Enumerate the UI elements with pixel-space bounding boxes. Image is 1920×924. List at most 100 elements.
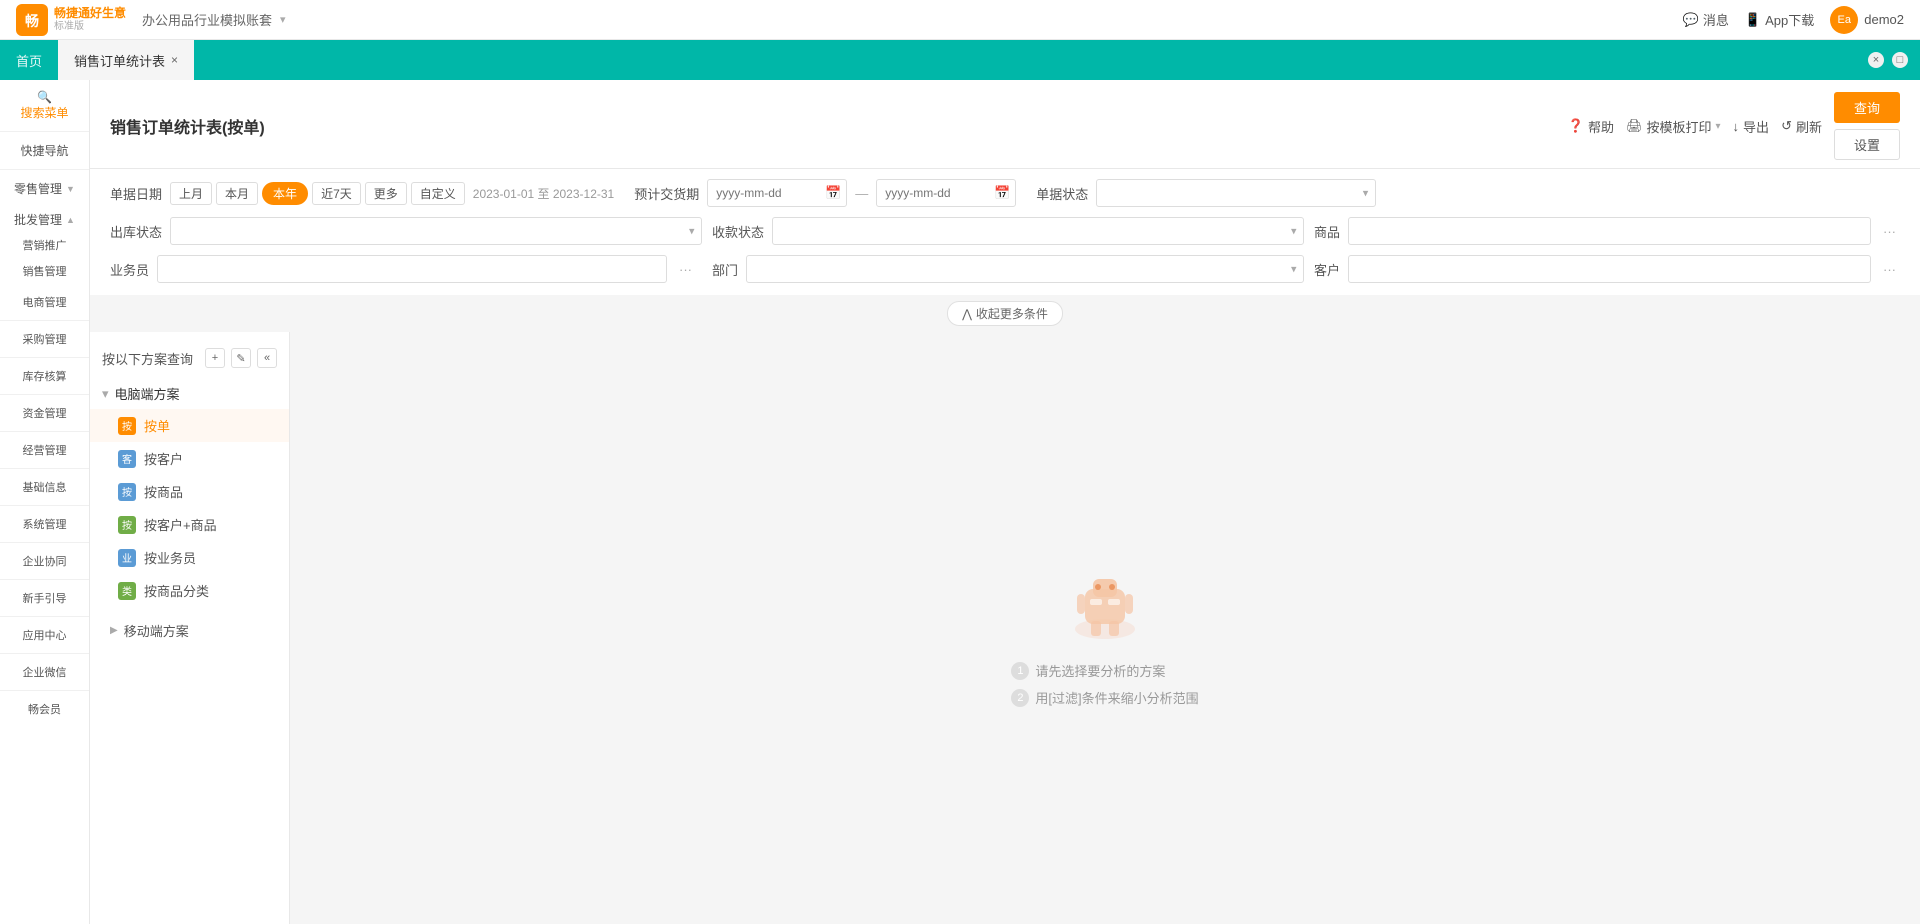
user-area[interactable]: Ea demo2 (1830, 6, 1904, 34)
main-layout: 🔍 搜索菜单 快捷导航 零售管理 ▼ 批发管理 ▲ 营销推广 销售管理 电 (0, 80, 1920, 924)
sidebar-sub-marketing[interactable]: 营销推广 (0, 232, 89, 258)
top-bar: 畅 畅捷通好生意 标准版 办公用品行业模拟账套 ▾ 💬 消息 📱 App下载 E… (0, 0, 1920, 40)
avatar-text: Ea (1838, 14, 1851, 26)
sidebar-item-wechat[interactable]: 企业微信 (0, 654, 89, 691)
sidebar-item-basic[interactable]: 基础信息 (0, 469, 89, 506)
print-button[interactable]: 🖨 按模板打印 ▾ (1626, 117, 1721, 136)
date-btn-custom[interactable]: 自定义 (411, 182, 465, 205)
sidebar-item-vip[interactable]: 畅会员 (0, 691, 89, 727)
refresh-label: 刷新 (1796, 117, 1822, 136)
export-label: 导出 (1743, 117, 1769, 136)
sidebar-item-collab[interactable]: 企业协同 (0, 543, 89, 580)
sidebar-item-system[interactable]: 系统管理 (0, 506, 89, 543)
tab-close-button[interactable]: × (171, 53, 178, 67)
app-download-button[interactable]: 📱 App下载 (1745, 10, 1814, 29)
scheme-item-by-salesperson[interactable]: 业 按业务员 (90, 541, 289, 574)
scheme-section-mobile-header[interactable]: ▶ 移动端方案 (90, 615, 289, 646)
scheme-edit-button[interactable]: ✎ (231, 348, 251, 368)
date-btn-last-month[interactable]: 上月 (170, 182, 212, 205)
mobile-arrow-icon: ▶ (110, 625, 118, 636)
customer-input[interactable] (1348, 255, 1871, 283)
scheme-item-by-customer-goods[interactable]: 按 按客户+商品 (90, 508, 289, 541)
department-select[interactable] (746, 255, 1304, 283)
hint-num-1: 1 (1011, 662, 1029, 680)
filter-shipment-group: 出库状态 ▾ (110, 217, 696, 245)
filter-department-group: 部门 ▾ (712, 255, 1298, 283)
hint-text-1: 请先选择要分析的方案 (1035, 661, 1165, 680)
tab-spacer (194, 40, 1856, 80)
export-button[interactable]: ↓ 导出 (1733, 117, 1770, 136)
sidebar-item-appstore[interactable]: 应用中心 (0, 617, 89, 654)
top-bar-right: 💬 消息 📱 App下载 Ea demo2 (1683, 6, 1904, 34)
app-name: 畅捷通好生意 (54, 6, 126, 20)
message-button[interactable]: 💬 消息 (1683, 10, 1729, 29)
empty-state: 1 请先选择要分析的方案 2 用[过滤]条件来缩小分析范围 (290, 332, 1920, 924)
refresh-icon: ↺ (1781, 118, 1792, 134)
settings-button[interactable]: 设置 (1834, 129, 1900, 160)
payment-select[interactable] (772, 217, 1304, 245)
tab-home[interactable]: 首页 (0, 40, 58, 80)
expected-date-end[interactable] (876, 179, 1016, 207)
hint-num-2: 2 (1011, 689, 1029, 707)
sidebar-item-quicknav[interactable]: 快捷导航 (0, 132, 89, 170)
goods-input[interactable] (1348, 217, 1871, 245)
sidebar-item-inventory[interactable]: 库存核算 (0, 358, 89, 395)
scheme-icon-by-salesperson: 业 (118, 549, 136, 567)
export-icon: ↓ (1733, 119, 1740, 134)
quicknav-label: 快捷导航 (20, 144, 68, 158)
filter-salesperson-group: 业务员 ··· (110, 255, 696, 283)
salesperson-dots-button[interactable]: ··· (675, 262, 696, 277)
expected-date-label: 预计交货期 (634, 184, 699, 203)
goods-dots-button[interactable]: ··· (1879, 224, 1900, 239)
customer-dots-button[interactable]: ··· (1879, 262, 1900, 277)
section-mobile-label: 移动端方案 (124, 621, 189, 640)
shipment-select[interactable] (170, 217, 702, 245)
window-maximize-button[interactable]: □ (1892, 52, 1908, 68)
date-btn-7days[interactable]: 近7天 (312, 182, 361, 205)
sidebar-item-operations[interactable]: 经营管理 (0, 432, 89, 469)
scheme-label-by-customer-goods: 按客户+商品 (144, 515, 217, 534)
sidebar-item-ecommerce[interactable]: 电商管理 (0, 284, 89, 321)
scheme-collapse-button[interactable]: « (257, 348, 277, 368)
collapse-bar: ⋀ 收起更多条件 (90, 295, 1920, 332)
sidebar-sub-sales[interactable]: 销售管理 (0, 258, 89, 284)
date-btn-more[interactable]: 更多 (365, 182, 407, 205)
customer-label: 客户 (1314, 260, 1340, 279)
sidebar-item-wholesale[interactable]: 批发管理 ▲ (0, 201, 89, 232)
window-close-button[interactable]: × (1868, 52, 1884, 68)
scheme-item-by-customer[interactable]: 客 按客户 (90, 442, 289, 475)
scheme-icon-by-customer: 客 (118, 450, 136, 468)
filter-section: 单据日期 上月 本月 本年 近7天 更多 自定义 2023-01-01 至 20… (90, 169, 1920, 295)
scheme-item-by-goods[interactable]: 按 按商品 (90, 475, 289, 508)
sidebar-item-finance[interactable]: 资金管理 (0, 395, 89, 432)
empty-illustration (1055, 549, 1155, 649)
scheme-label-by-goods: 按商品 (144, 482, 183, 501)
scheme-section-pc-header[interactable]: ▾ 电脑端方案 (90, 378, 289, 409)
filter-expected-date-group: 预计交货期 — (634, 179, 1016, 207)
scheme-add-button[interactable]: + (205, 348, 225, 368)
sidebar-item-retail[interactable]: 零售管理 ▼ (0, 170, 89, 201)
date-btn-this-year[interactable]: 本年 (262, 182, 308, 205)
collapse-label: 收起更多条件 (976, 305, 1048, 322)
hint-2: 2 用[过滤]条件来缩小分析范围 (1011, 688, 1198, 707)
search-icon: 🔍 (8, 90, 81, 104)
tab-sales-order-stats[interactable]: 销售订单统计表 × (58, 40, 194, 80)
scheme-item-by-category[interactable]: 类 按商品分类 (90, 574, 289, 607)
scheme-item-by-order[interactable]: 按 按单 (90, 409, 289, 442)
status-select[interactable] (1096, 179, 1376, 207)
salesperson-input[interactable] (157, 255, 667, 283)
status-select-wrapper (1096, 179, 1376, 207)
sidebar-item-newbie[interactable]: 新手引导 (0, 580, 89, 617)
help-button[interactable]: ❓ 帮助 (1568, 117, 1614, 136)
avatar: Ea (1830, 6, 1858, 34)
breadcrumb-arrow[interactable]: ▾ (280, 13, 286, 26)
collapse-button[interactable]: ⋀ 收起更多条件 (947, 301, 1063, 326)
sidebar-item-purchase[interactable]: 采购管理 (0, 321, 89, 358)
refresh-button[interactable]: ↺ 刷新 (1781, 117, 1822, 136)
query-button[interactable]: 查询 (1834, 92, 1900, 123)
sidebar-search[interactable]: 🔍 搜索菜单 (0, 80, 89, 132)
expected-date-start[interactable] (707, 179, 847, 207)
help-label: 帮助 (1588, 117, 1614, 136)
edit-icon: ✎ (236, 352, 245, 365)
date-btn-this-month[interactable]: 本月 (216, 182, 258, 205)
